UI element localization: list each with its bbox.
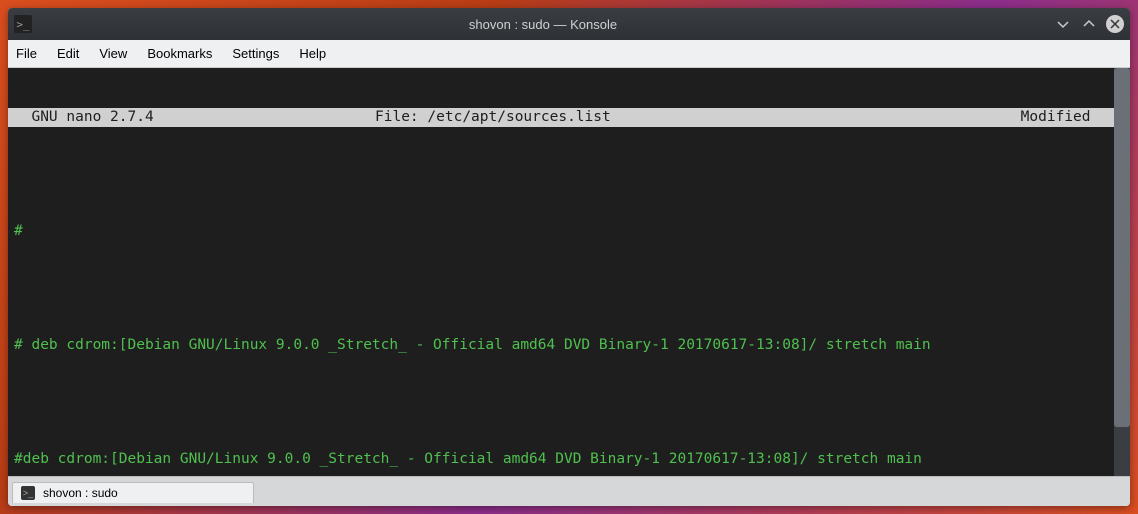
tab-label: shovon : sudo <box>43 486 118 500</box>
window-title: shovon : sudo — Konsole <box>32 17 1054 32</box>
editor-line: # <box>14 222 1108 241</box>
terminal-area[interactable]: GNU nano 2.7.4 File: /etc/apt/sources.li… <box>8 68 1114 476</box>
scrollbar[interactable] <box>1114 68 1130 476</box>
nano-header: GNU nano 2.7.4 File: /etc/apt/sources.li… <box>8 108 1114 127</box>
menu-bookmarks[interactable]: Bookmarks <box>147 46 212 61</box>
titlebar[interactable]: >_ shovon : sudo — Konsole <box>8 8 1130 40</box>
nano-version: GNU nano 2.7.4 <box>14 108 375 127</box>
menu-view[interactable]: View <box>99 46 127 61</box>
editor-line: # deb cdrom:[Debian GNU/Linux 9.0.0 _Str… <box>14 336 1108 355</box>
menu-help[interactable]: Help <box>299 46 326 61</box>
editor-line: #deb cdrom:[Debian GNU/Linux 9.0.0 _Stre… <box>14 450 1108 469</box>
tab-bar: >_ shovon : sudo <box>8 476 1130 506</box>
nano-status: Modified <box>747 108 1108 127</box>
app-icon: >_ <box>14 15 32 33</box>
menu-edit[interactable]: Edit <box>57 46 79 61</box>
tab-active[interactable]: >_ shovon : sudo <box>12 482 254 503</box>
terminal-icon: >_ <box>21 486 35 500</box>
close-button[interactable] <box>1106 15 1124 33</box>
minimize-button[interactable] <box>1054 15 1072 33</box>
menu-settings[interactable]: Settings <box>232 46 279 61</box>
nano-file: File: /etc/apt/sources.list <box>375 108 747 127</box>
menu-file[interactable]: File <box>16 46 37 61</box>
menubar: File Edit View Bookmarks Settings Help <box>8 40 1130 68</box>
scrollbar-thumb[interactable] <box>1114 68 1130 427</box>
maximize-button[interactable] <box>1080 15 1098 33</box>
konsole-window: >_ shovon : sudo — Konsole File Edit Vie… <box>8 8 1130 506</box>
